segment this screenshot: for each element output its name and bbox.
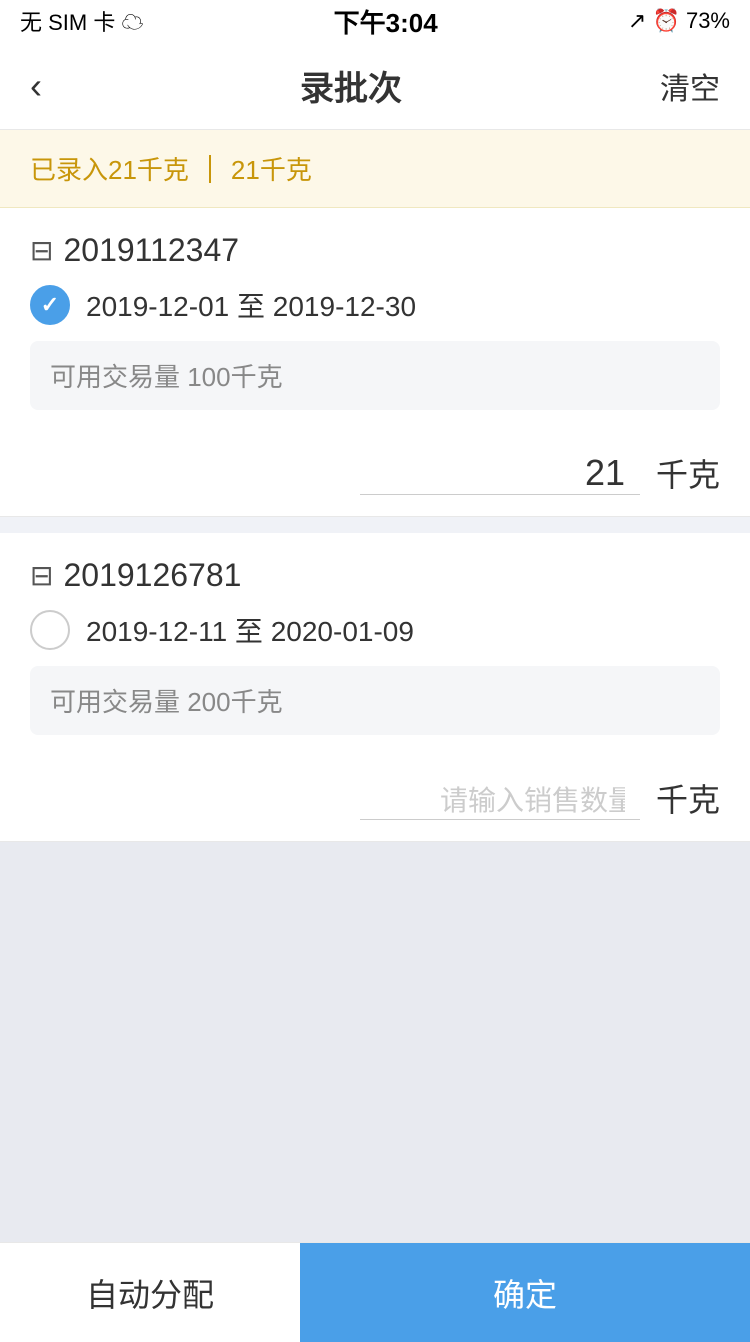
batch-1-id: 2019112347 [63,232,239,269]
batch-1-radio[interactable]: ✓ [30,285,70,325]
batch-1-quantity-row: 千克 [0,430,750,517]
batch-item-2: ⊟ 2019126781 2019-12-11 至 2020-01-09 可用交… [0,533,750,755]
batch-2-unit: 千克 [656,775,720,821]
status-time: 下午3:04 [334,3,438,40]
gray-area [0,842,750,1242]
nav-bar: ‹ 录批次 清空 [0,42,750,130]
batch-2-header: ⊟ 2019126781 [30,557,720,594]
battery-status: ↗ ⏰ 73% [628,8,730,34]
confirm-button[interactable]: 确定 [300,1243,750,1342]
batch-icon-1: ⊟ [30,234,53,267]
batch-2-date-row: 2019-12-11 至 2020-01-09 [30,610,720,650]
info-divider [209,155,211,183]
batch-2-quantity-row: 千克 [0,755,750,842]
status-right: ↗ ⏰ 73% [628,8,730,34]
batch-1-available: 可用交易量 100千克 [50,362,283,392]
auto-distribute-button[interactable]: 自动分配 [0,1243,300,1342]
clear-button[interactable]: 清空 [660,64,720,108]
batch-icon-2: ⊟ [30,559,53,592]
batch-2-radio[interactable] [30,610,70,650]
batch-1-date: 2019-12-01 至 2019-12-30 [86,285,416,325]
info-label: 已录入21千克 [30,150,189,187]
batch-item-1: ⊟ 2019112347 ✓ 2019-12-01 至 2019-12-30 可… [0,208,750,430]
batch-2-id: 2019126781 [63,557,241,594]
batch-1-available-box: 可用交易量 100千克 [30,341,720,410]
status-bar: 无 SIM 卡 ☁ 下午3:04 ↗ ⏰ 73% [0,0,750,42]
batch-2-available: 可用交易量 200千克 [50,687,283,717]
batch-2-quantity-underline [360,777,640,820]
batch-1-date-row: ✓ 2019-12-01 至 2019-12-30 [30,285,720,325]
check-icon: ✓ [41,292,59,318]
batch-2-available-box: 可用交易量 200千克 [30,666,720,735]
batch-1-quantity-input[interactable] [440,452,640,494]
bottom-bar: 自动分配 确定 [0,1242,750,1342]
info-banner: 已录入21千克 21千克 [0,130,750,208]
batch-1-quantity-underline [360,452,640,495]
batch-1-unit: 千克 [656,450,720,496]
batch-2-date: 2019-12-11 至 2020-01-09 [86,610,414,650]
info-value: 21千克 [231,150,312,187]
card-separator-1 [0,517,750,533]
back-button[interactable]: ‹ [30,65,42,107]
status-left: 无 SIM 卡 ☁ [20,5,143,37]
batch-2-quantity-input[interactable] [440,777,640,819]
batch-1-header: ⊟ 2019112347 [30,232,720,269]
page-title: 录批次 [300,61,402,110]
sim-status: 无 SIM 卡 ☁ [20,5,143,37]
